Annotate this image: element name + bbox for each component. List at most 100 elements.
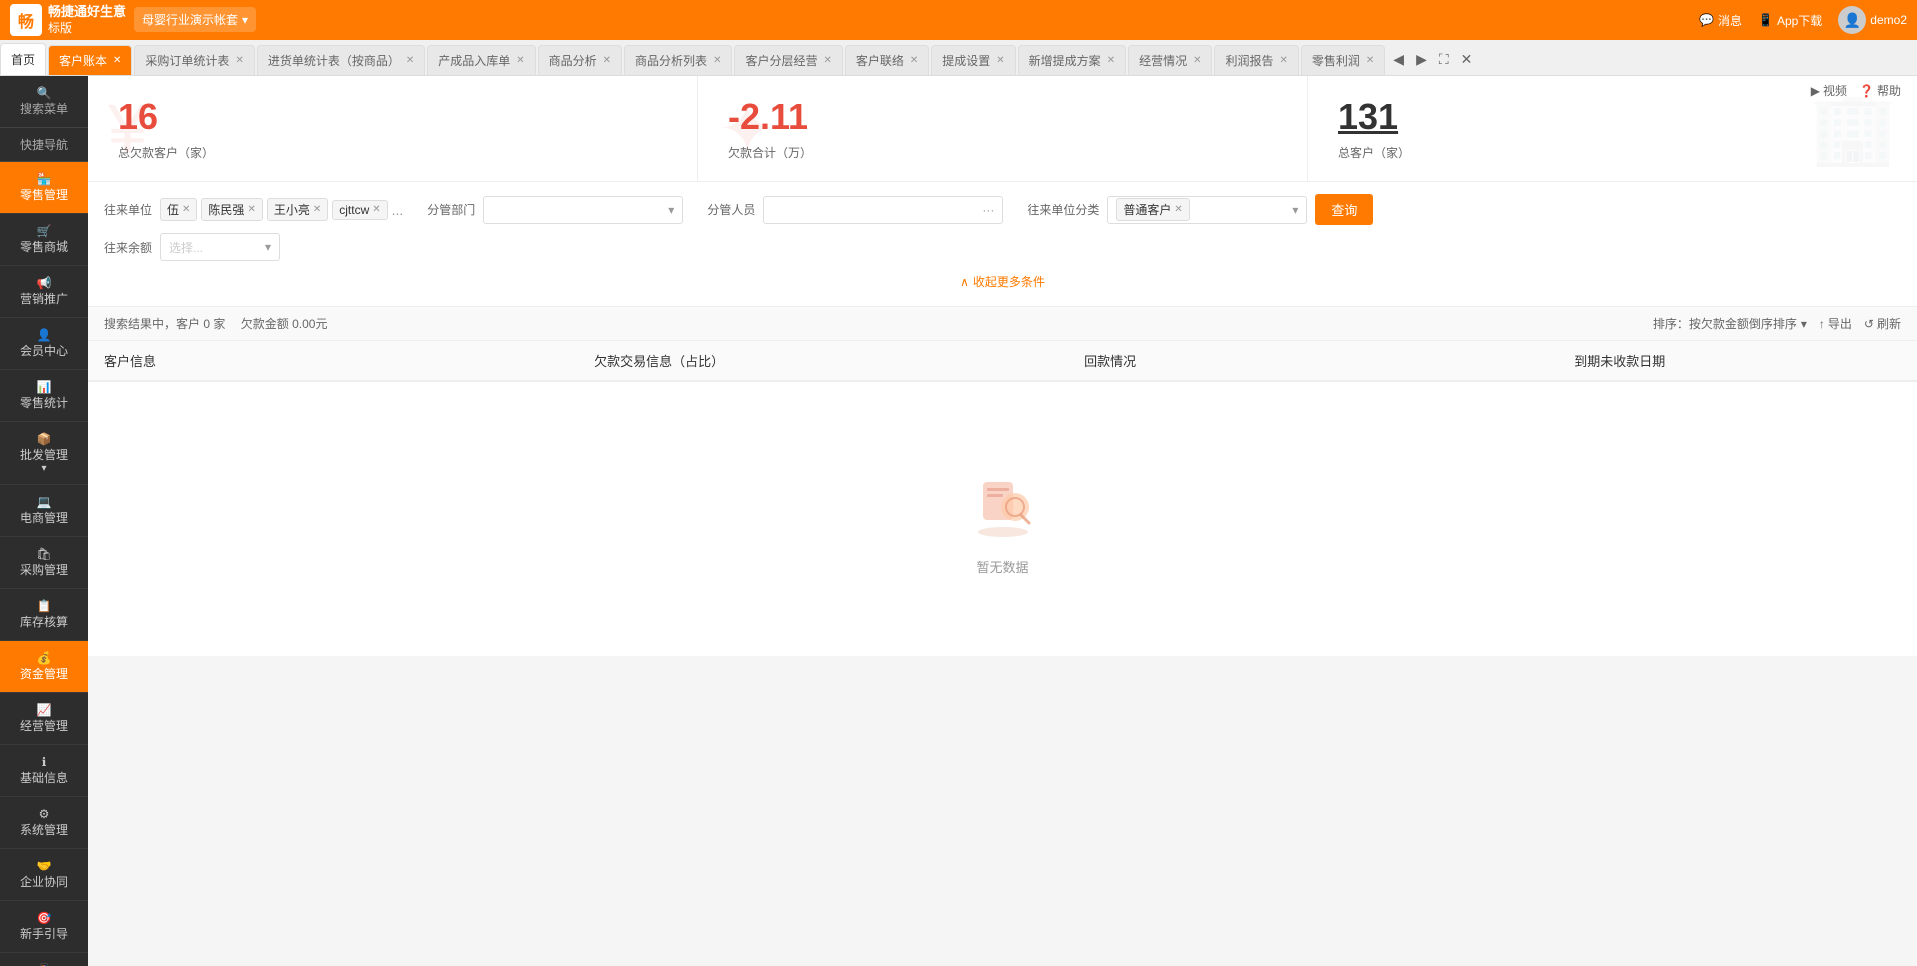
export-icon: ↑: [1819, 317, 1825, 331]
tab-purchase-order[interactable]: 采购订单统计表 ✕: [134, 45, 254, 75]
tab-close-icon[interactable]: ✕: [1107, 55, 1115, 66]
sidebar-item-inventory[interactable]: 📋 库存核算: [0, 589, 88, 641]
tab-profit-report[interactable]: 利润报告 ✕: [1214, 45, 1298, 75]
tab-close-icon[interactable]: ✕: [713, 55, 721, 66]
app-container: 畅 畅捷通好生意 标版 母婴行业演示帐套 ▾ 💬 消息 📱 App下载 👤: [0, 0, 1917, 966]
sidebar-item-marketing[interactable]: 📢 营销推广: [0, 266, 88, 318]
tab-close-icon[interactable]: ✕: [113, 55, 121, 66]
tab-close-icon[interactable]: ✕: [603, 55, 611, 66]
sidebar-item-retail-mall[interactable]: 🛒 零售商城: [0, 214, 88, 266]
tab-nav-prev[interactable]: ◀: [1387, 43, 1410, 75]
remove-normal-tag[interactable]: ✕: [1174, 204, 1182, 215]
newbie-icon: 🎯: [0, 911, 88, 925]
refresh-btn[interactable]: ↺ 刷新: [1864, 315, 1901, 332]
sidebar-item-purchase[interactable]: 🛍 采购管理: [0, 537, 88, 589]
tab-purchase-stat[interactable]: 进货单统计表（按商品） ✕: [257, 45, 425, 75]
tab-commission-new[interactable]: 新增提成方案 ✕: [1018, 45, 1126, 75]
tab-nav-next[interactable]: ▶: [1410, 43, 1433, 75]
sidebar-item-operation[interactable]: 📈 经营管理: [0, 693, 88, 745]
stat-customers: ¥ 16 总欠款客户（家）: [88, 76, 698, 181]
chevron-up-icon: ∧: [960, 275, 969, 289]
message-btn[interactable]: 💬 消息: [1699, 12, 1742, 29]
sidebar-item-ecommerce[interactable]: 💻 电商管理: [0, 485, 88, 537]
filter-tag-cj[interactable]: cjttcw ✕: [332, 200, 387, 220]
filter-tag-wu[interactable]: 伍 ✕: [160, 198, 197, 221]
download-icon: 📱: [1758, 13, 1773, 27]
app-download-btn[interactable]: 📱 App下载: [1758, 12, 1822, 29]
branch-dept-select[interactable]: ▾: [483, 196, 683, 224]
sort-select[interactable]: 排序：按欠款金额倒序排序 ▾: [1653, 315, 1807, 332]
empty-text: 暂无数据: [976, 557, 1028, 576]
stat-value-arrears: -2.11: [728, 96, 1277, 138]
tab-customer-contact[interactable]: 客户联络 ✕: [845, 45, 929, 75]
tab-product-analysis[interactable]: 商品分析 ✕: [538, 45, 622, 75]
tab-close-all[interactable]: ✕: [1455, 43, 1479, 75]
collapse-btn[interactable]: ∧ 收起更多条件: [104, 269, 1901, 294]
sidebar-item-system[interactable]: ⚙ 系统管理: [0, 797, 88, 849]
tab-close-icon[interactable]: ✕: [406, 55, 414, 66]
query-button[interactable]: 查询: [1315, 194, 1373, 225]
remove-tag-wu[interactable]: ✕: [182, 204, 190, 215]
tab-customer-layer[interactable]: 客户分层经营 ✕: [734, 45, 842, 75]
tab-customer-ledger[interactable]: 客户账本 ✕: [48, 45, 132, 75]
filter-row-2: 往来余额 选择... ▾: [104, 233, 1901, 261]
chevron-down-icon: ▾: [1292, 203, 1298, 217]
unit-type-select[interactable]: 普通客户 ✕ ▾: [1107, 196, 1307, 224]
filter-more-btn[interactable]: ...: [392, 202, 404, 218]
tab-close-icon[interactable]: ✕: [516, 55, 524, 66]
top-bar: 畅 畅捷通好生意 标版 母婴行业演示帐套 ▾ 💬 消息 📱 App下载 👤: [0, 0, 1917, 40]
sidebar-item-app-center[interactable]: 📱 应用中心: [0, 953, 88, 966]
sidebar-item-retail-stat[interactable]: 📊 零售统计: [0, 370, 88, 422]
filter-row-1: 往来单位 伍 ✕ 陈民强 ✕ 王小亮 ✕: [104, 194, 1901, 225]
help-icon: ❓: [1859, 84, 1874, 98]
tab-retail-profit[interactable]: 零售利润 ✕: [1301, 45, 1385, 75]
sidebar-item-finance[interactable]: 💰 资金管理: [0, 641, 88, 693]
ecommerce-icon: 💻: [0, 495, 88, 509]
filter-tag-normal[interactable]: 普通客户 ✕: [1116, 198, 1189, 221]
remove-tag-wang[interactable]: ✕: [313, 204, 321, 215]
remove-tag-chen[interactable]: ✕: [247, 204, 255, 215]
tab-close-icon[interactable]: ✕: [235, 55, 243, 66]
tab-home[interactable]: 首页: [0, 43, 46, 75]
tab-fullscreen[interactable]: ⛶: [1433, 43, 1455, 75]
user-profile[interactable]: 👤 demo2: [1838, 6, 1907, 34]
tab-operation[interactable]: 经营情况 ✕: [1128, 45, 1212, 75]
tab-product-in[interactable]: 产成品入库单 ✕: [427, 45, 535, 75]
branch-person-select[interactable]: ···: [763, 196, 1003, 224]
export-btn[interactable]: ↑ 导出: [1819, 315, 1852, 332]
chevron-down-icon: ▾: [668, 203, 674, 217]
stat-value-customers: 16: [118, 96, 667, 138]
top-left: 畅 畅捷通好生意 标版 母婴行业演示帐套 ▾: [10, 4, 256, 36]
tab-close-icon[interactable]: ✕: [1193, 55, 1201, 66]
sidebar-search[interactable]: 🔍 搜索菜单: [0, 76, 88, 128]
sidebar-item-newbie[interactable]: 🎯 新手引导: [0, 901, 88, 953]
enterprise-selector[interactable]: 母婴行业演示帐套 ▾: [134, 7, 256, 32]
tab-close-icon[interactable]: ✕: [1280, 55, 1288, 66]
video-help-btn[interactable]: ▶ 视频: [1811, 82, 1847, 99]
branch-dept-label: 分管部门: [427, 201, 475, 218]
tab-product-analysis-list[interactable]: 商品分析列表 ✕: [624, 45, 732, 75]
tab-commission-set[interactable]: 提成设置 ✕: [931, 45, 1015, 75]
sidebar-item-basic-info[interactable]: ℹ 基础信息: [0, 745, 88, 797]
tab-close-icon[interactable]: ✕: [996, 55, 1004, 66]
tab-close-icon[interactable]: ✕: [910, 55, 918, 66]
filter-tag-wang[interactable]: 王小亮 ✕: [267, 198, 328, 221]
sidebar-item-retail-mgmt[interactable]: 🏪 零售管理: [0, 162, 88, 214]
sidebar-quick-nav[interactable]: 快捷导航: [0, 128, 88, 162]
col-repayment: 回款情况: [1084, 351, 1574, 370]
remove-tag-cj[interactable]: ✕: [372, 204, 380, 215]
remain-select[interactable]: 选择... ▾: [160, 233, 280, 261]
stat-icon: 📊: [0, 380, 88, 394]
stat-label-total: 总客户（家）: [1338, 144, 1887, 161]
help-btn[interactable]: ❓ 帮助: [1859, 82, 1901, 99]
wholesale-icon: 📦: [0, 432, 88, 446]
message-icon: 💬: [1699, 13, 1714, 27]
stat-label-customers: 总欠款客户（家）: [118, 144, 667, 161]
tab-close-icon[interactable]: ✕: [823, 55, 831, 66]
sidebar-item-collab[interactable]: 🤝 企业协同: [0, 849, 88, 901]
sidebar-item-wholesale[interactable]: 📦 批发管理 ▾: [0, 422, 88, 485]
filter-tags-unit: 伍 ✕ 陈民强 ✕ 王小亮 ✕ cjttcw ✕: [160, 198, 403, 221]
tab-close-icon[interactable]: ✕: [1366, 55, 1374, 66]
sidebar-item-member[interactable]: 👤 会员中心: [0, 318, 88, 370]
filter-tag-chen[interactable]: 陈民强 ✕: [201, 198, 262, 221]
